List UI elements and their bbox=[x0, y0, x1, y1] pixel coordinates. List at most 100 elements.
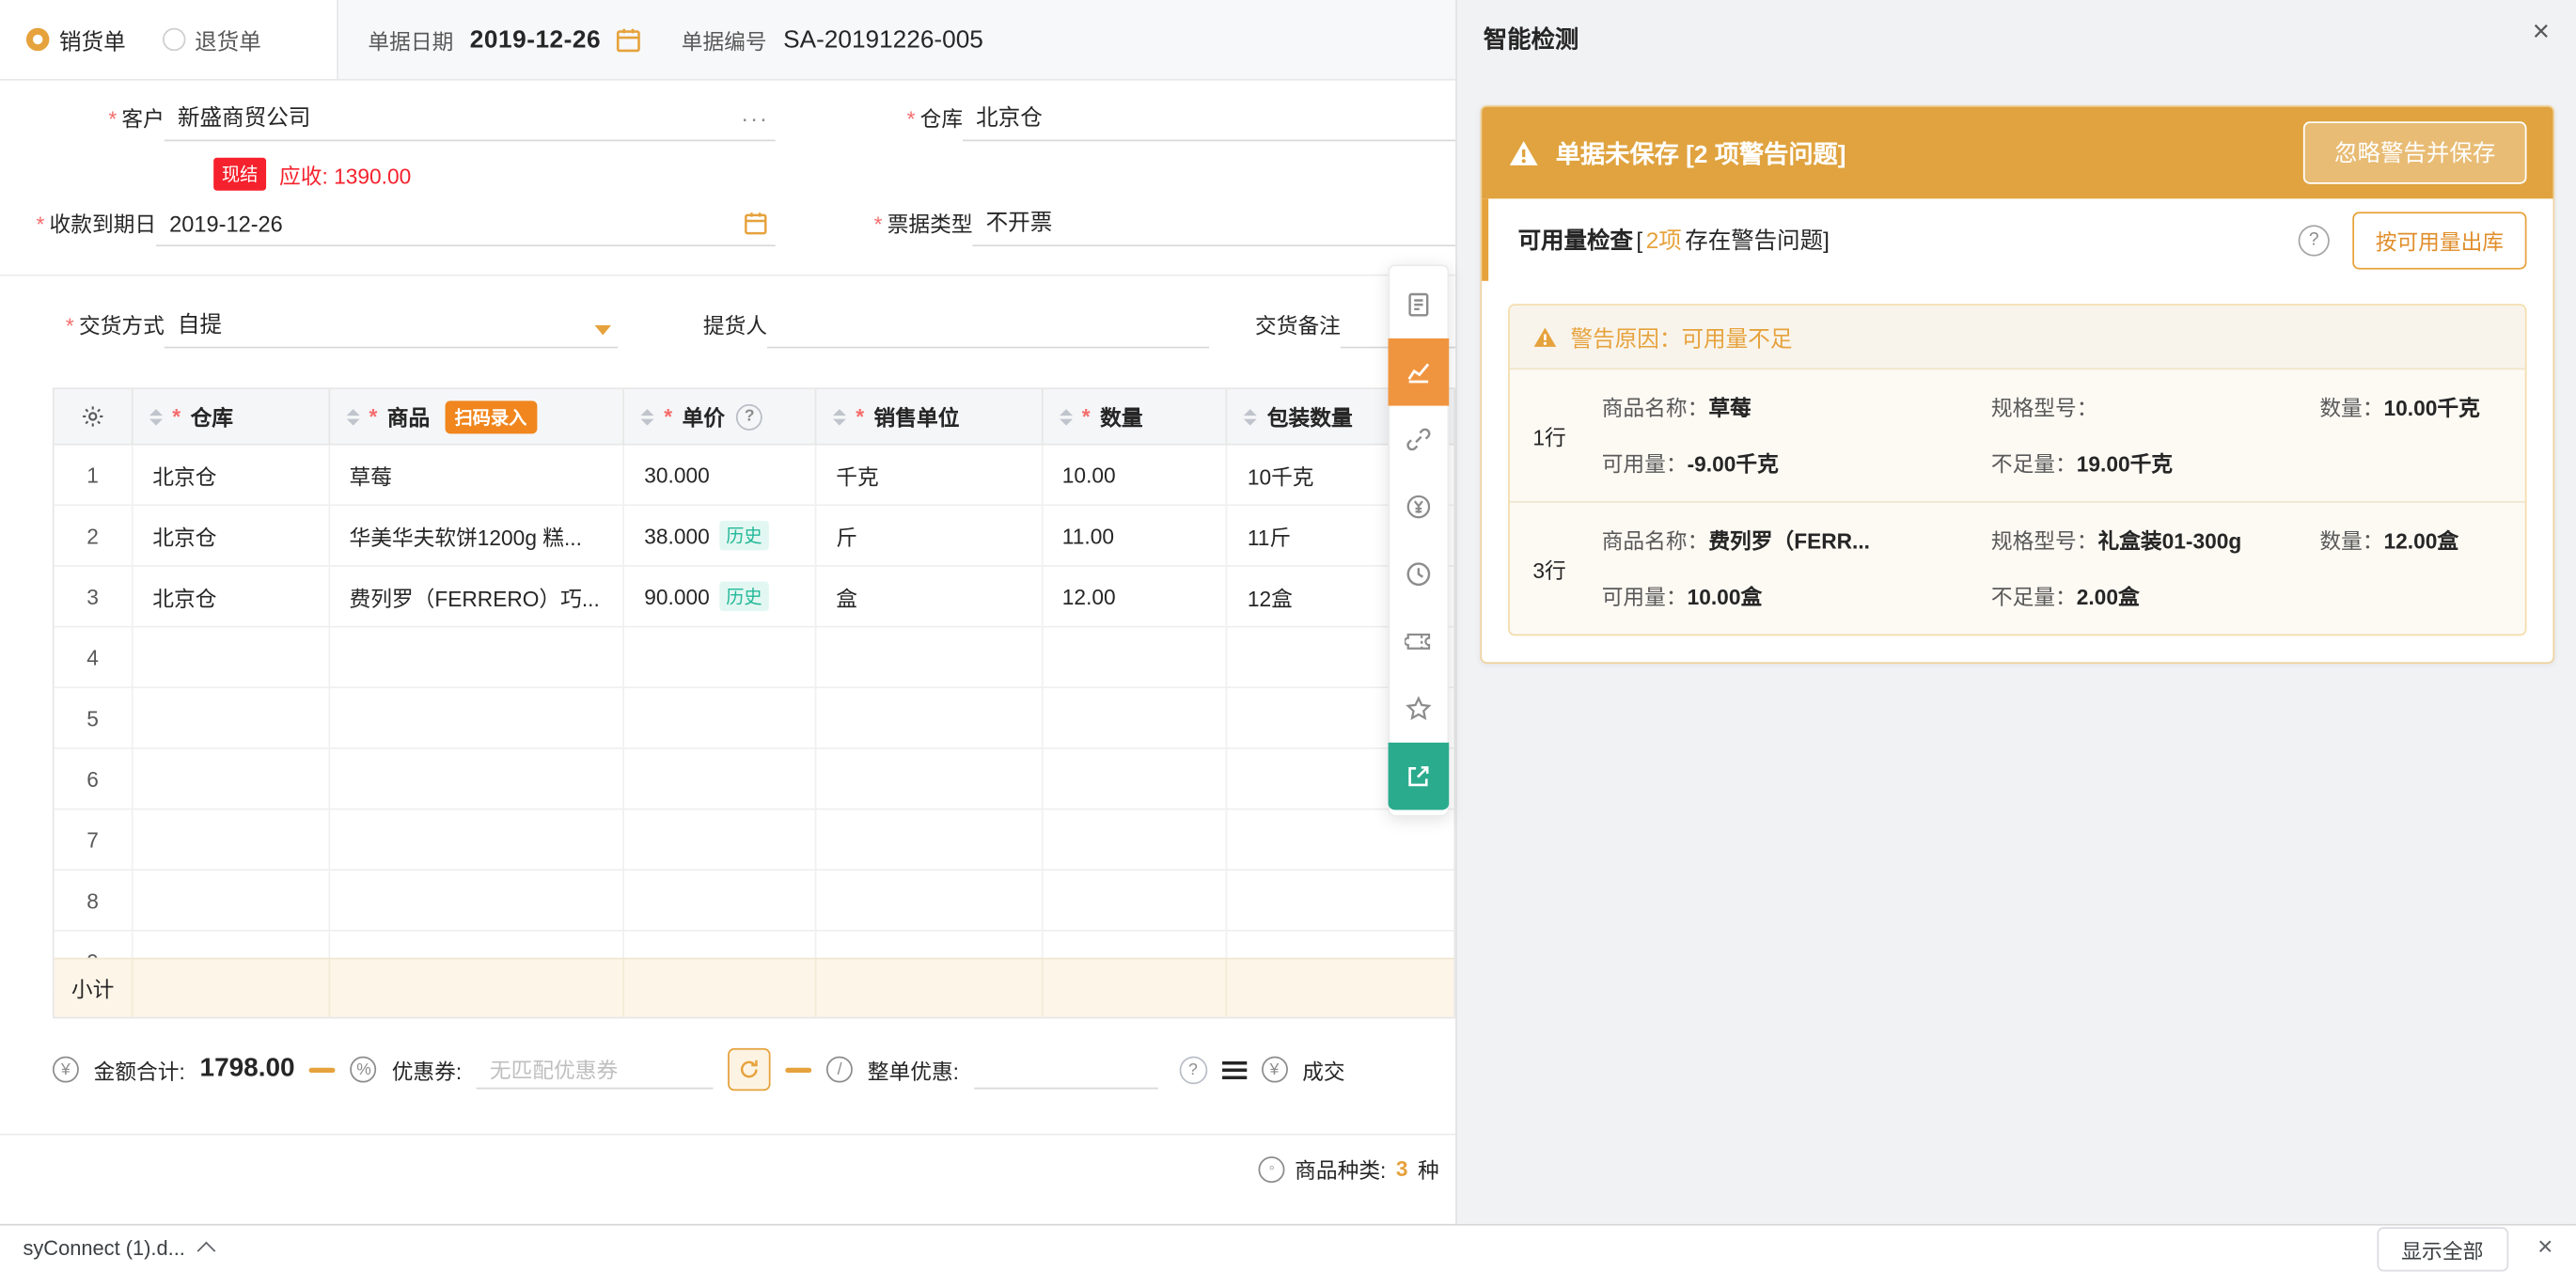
cell-unit[interactable] bbox=[816, 627, 1043, 687]
ticket-icon[interactable] bbox=[1389, 608, 1450, 676]
cell-price[interactable] bbox=[624, 871, 817, 931]
star-icon[interactable] bbox=[1389, 675, 1450, 743]
cell-price[interactable]: 30.000 bbox=[624, 445, 817, 505]
header-product[interactable]: * 商品 扫码录入 bbox=[330, 389, 625, 444]
history-badge[interactable]: 历史 bbox=[719, 520, 769, 551]
cell-unit[interactable]: 盒 bbox=[816, 566, 1043, 626]
sort-icon[interactable] bbox=[1244, 408, 1258, 425]
table-row[interactable]: 2 北京仓 华美华夫软饼1200g 糕... 38.000 历史 斤 11.00 11斤 bbox=[54, 506, 1454, 567]
cell-product[interactable]: 费列罗（FERRERO）巧... bbox=[330, 566, 625, 626]
cell-qty[interactable]: 11.00 bbox=[1043, 506, 1228, 566]
link-icon[interactable] bbox=[1389, 406, 1450, 474]
chart-icon[interactable] bbox=[1388, 338, 1450, 406]
panel-close-icon[interactable]: × bbox=[2533, 15, 2550, 50]
table-row[interactable]: 5 bbox=[54, 688, 1454, 749]
sort-icon[interactable] bbox=[345, 408, 359, 425]
cell-price[interactable] bbox=[624, 748, 817, 809]
cell-qty[interactable] bbox=[1043, 627, 1228, 687]
order-discount-input[interactable] bbox=[973, 1050, 1158, 1089]
help-icon[interactable]: ? bbox=[1179, 1055, 1207, 1084]
table-row[interactable]: 3 北京仓 费列罗（FERRERO）巧... 90.000 历史 盒 12.00 12盒 bbox=[54, 566, 1454, 628]
cell-unit[interactable]: 千克 bbox=[816, 445, 1043, 505]
cell-warehouse[interactable] bbox=[133, 809, 330, 870]
invoice-type-input[interactable]: 不开票 bbox=[972, 204, 1456, 247]
cell-qty[interactable] bbox=[1043, 748, 1228, 809]
cell-warehouse[interactable] bbox=[133, 688, 330, 748]
note-icon[interactable] bbox=[1389, 271, 1450, 338]
picker-input[interactable] bbox=[767, 338, 1210, 349]
cell-price[interactable]: 90.000 历史 bbox=[624, 566, 817, 626]
clock-icon[interactable] bbox=[1389, 541, 1450, 608]
sort-icon[interactable] bbox=[149, 408, 163, 425]
help-icon[interactable]: ? bbox=[2298, 224, 2330, 256]
header-unit[interactable]: * 销售单位 bbox=[816, 389, 1043, 444]
ignore-save-button[interactable]: 忽略警告并保存 bbox=[2302, 121, 2527, 184]
table-row[interactable]: 8 bbox=[54, 871, 1454, 932]
calendar-icon[interactable] bbox=[614, 25, 642, 54]
cell-product[interactable] bbox=[330, 809, 625, 870]
cell-price[interactable] bbox=[624, 688, 817, 748]
chevron-up-icon[interactable] bbox=[196, 1241, 215, 1261]
cell-qty[interactable] bbox=[1043, 688, 1228, 748]
cell-product[interactable] bbox=[330, 748, 625, 809]
collapse-dash-icon[interactable] bbox=[309, 1066, 337, 1073]
customer-input[interactable]: 新盛商贸公司 ··· bbox=[164, 99, 776, 142]
sort-icon[interactable] bbox=[640, 408, 654, 425]
cell-price[interactable]: 38.000 历史 bbox=[624, 506, 817, 566]
cell-unit[interactable] bbox=[816, 748, 1043, 809]
header-qty[interactable]: * 数量 bbox=[1043, 389, 1228, 444]
coin-icon[interactable] bbox=[1389, 473, 1450, 541]
sort-icon[interactable] bbox=[1059, 408, 1073, 425]
cell-pack[interactable] bbox=[1228, 809, 1454, 869]
chevron-down-icon[interactable] bbox=[594, 324, 612, 336]
cell-product[interactable]: 华美华夫软饼1200g 糕... bbox=[330, 506, 625, 566]
header-price[interactable]: * 单价? bbox=[624, 389, 817, 444]
history-badge[interactable]: 历史 bbox=[719, 581, 769, 612]
cell-unit[interactable] bbox=[816, 871, 1043, 931]
due-date-input[interactable]: 2019-12-26 bbox=[156, 211, 776, 247]
cell-unit[interactable]: 斤 bbox=[816, 506, 1043, 566]
cell-unit[interactable] bbox=[816, 809, 1043, 870]
cell-unit[interactable] bbox=[816, 688, 1043, 748]
cell-pack[interactable] bbox=[1228, 871, 1454, 930]
download-file-name[interactable]: syConnect (1).d... bbox=[23, 1237, 184, 1260]
cell-product[interactable]: 草莓 bbox=[330, 445, 625, 505]
table-row[interactable]: 7 bbox=[54, 809, 1454, 872]
radio-sale-order[interactable]: 销货单 bbox=[25, 23, 126, 55]
cell-warehouse[interactable] bbox=[133, 627, 330, 687]
radio-return-order[interactable]: 退货单 bbox=[162, 23, 261, 55]
header-warehouse[interactable]: * 仓库 bbox=[133, 389, 330, 444]
doc-date-value[interactable]: 2019-12-26 bbox=[470, 25, 601, 54]
cell-warehouse[interactable]: 北京仓 bbox=[133, 445, 330, 505]
show-all-button[interactable]: 显示全部 bbox=[2376, 1226, 2508, 1271]
sort-icon[interactable] bbox=[832, 408, 846, 425]
cell-price[interactable] bbox=[624, 809, 817, 870]
menu-icon[interactable] bbox=[1221, 1060, 1247, 1079]
cell-warehouse[interactable] bbox=[133, 748, 330, 809]
cell-product[interactable] bbox=[330, 688, 625, 748]
outbound-by-availability-button[interactable]: 按可用量出库 bbox=[2352, 211, 2527, 269]
cell-qty[interactable] bbox=[1043, 809, 1228, 870]
help-icon[interactable]: ? bbox=[736, 402, 763, 430]
table-row[interactable]: 4 bbox=[54, 627, 1454, 689]
cell-warehouse[interactable]: 北京仓 bbox=[133, 566, 330, 626]
gear-icon[interactable] bbox=[81, 404, 105, 429]
table-row[interactable]: 6 bbox=[54, 748, 1454, 810]
scan-entry-button[interactable]: 扫码录入 bbox=[444, 400, 537, 433]
cell-qty[interactable]: 10.00 bbox=[1043, 445, 1228, 505]
expand-icon[interactable] bbox=[1388, 742, 1450, 810]
cell-product[interactable] bbox=[330, 627, 625, 687]
collapse-dash-icon[interactable] bbox=[785, 1066, 812, 1073]
cell-qty[interactable]: 12.00 bbox=[1043, 566, 1228, 626]
coupon-input[interactable]: 无匹配优惠券 bbox=[476, 1050, 714, 1089]
refresh-coupon-button[interactable] bbox=[728, 1047, 771, 1091]
cell-product[interactable] bbox=[330, 871, 625, 931]
table-row[interactable]: 1 北京仓 草莓 30.000 千克 10.00 10千克 bbox=[54, 445, 1454, 507]
column-settings-cell[interactable] bbox=[55, 389, 134, 444]
cell-qty[interactable] bbox=[1043, 871, 1228, 931]
download-bar-close-icon[interactable]: × bbox=[2537, 1233, 2552, 1263]
delivery-method-select[interactable]: 自提 bbox=[164, 306, 619, 349]
more-icon[interactable]: ··· bbox=[741, 105, 769, 132]
cell-price[interactable] bbox=[624, 627, 817, 687]
warehouse-input[interactable]: 北京仓 bbox=[963, 99, 1456, 142]
